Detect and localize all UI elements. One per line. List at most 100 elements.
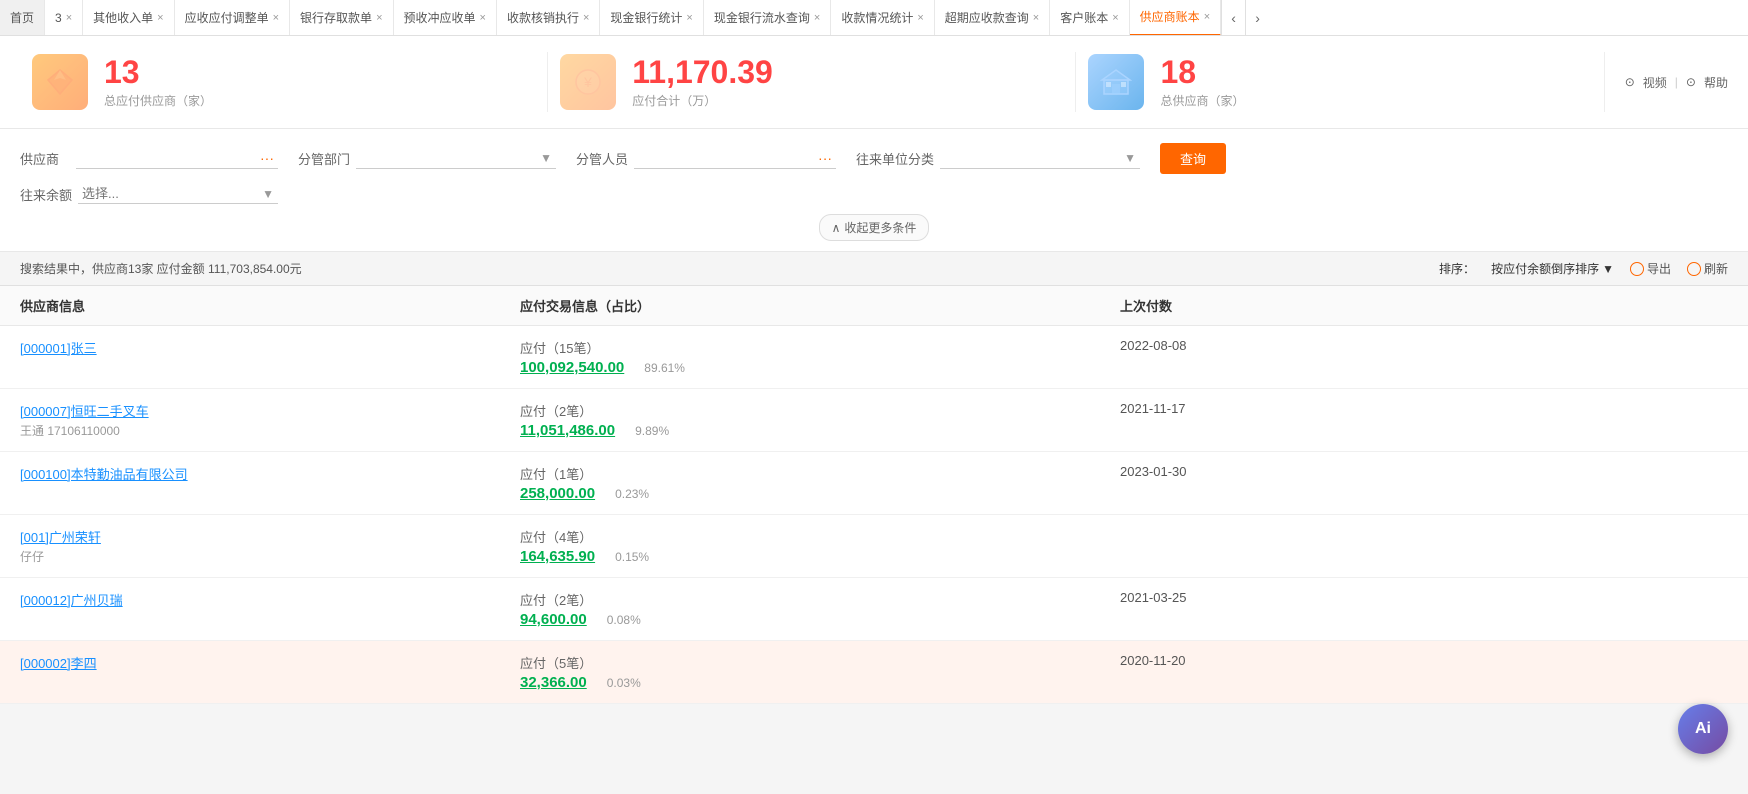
diamond-icon — [30, 52, 90, 112]
col-header-supplier: 供应商信息 — [20, 296, 520, 315]
nav-tab-payment-verify-close[interactable]: × — [583, 12, 589, 24]
tx-amount[interactable]: 258,000.00 — [520, 485, 595, 502]
nav-tab-customer-ledger-close[interactable]: × — [1112, 12, 1118, 24]
collapse-button[interactable]: ∧ 收起更多条件 — [819, 214, 930, 241]
tx-label: 应付（5笔） — [520, 653, 1120, 672]
help-icon: ⊙ — [1686, 75, 1696, 89]
balance-chevron[interactable]: ▼ — [262, 187, 274, 201]
category-label: 往来单位分类 — [856, 149, 934, 168]
supplier-input[interactable] — [80, 151, 256, 166]
nav-tab-prepay[interactable]: 预收冲应收单 × — [394, 0, 497, 36]
nav-tab-overdue-label: 超期应收款查询 — [945, 9, 1029, 26]
person-input-wrap[interactable]: ··· — [634, 148, 836, 169]
nav-tab-home[interactable]: 首页 — [0, 0, 45, 36]
nav-tab-ar-ap-adjust-close[interactable]: × — [273, 12, 279, 24]
supplier-link[interactable]: [000001]张三 — [20, 338, 520, 357]
person-dots[interactable]: ··· — [818, 150, 832, 166]
card2-number: 11,170.39 — [632, 56, 773, 88]
sort-chevron-icon: ▼ — [1602, 262, 1614, 276]
nav-tab-collect-stat[interactable]: 收款情况统计 × — [831, 0, 934, 36]
sort-select[interactable]: 按应付余额倒序排序 ▼ — [1491, 260, 1614, 277]
card3-number: 18 — [1160, 56, 1244, 88]
nav-tab-bank-deposit[interactable]: 银行存取款单 × — [290, 0, 393, 36]
dept-chevron[interactable]: ▼ — [540, 151, 552, 165]
balance-filter: 往来余额 ▼ — [20, 184, 278, 204]
nav-tab-3-close[interactable]: × — [66, 12, 72, 24]
tx-amount[interactable]: 100,092,540.00 — [520, 359, 624, 376]
nav-tab-cash-flow[interactable]: 现金银行流水查询 × — [704, 0, 831, 36]
export-button[interactable]: 导出 — [1630, 260, 1671, 277]
refresh-button[interactable]: 刷新 — [1687, 260, 1728, 277]
nav-tab-bank-deposit-close[interactable]: × — [376, 12, 382, 24]
results-summary-text: 搜索结果中，供应商13家 应付金额 111,703,854.00元 — [20, 260, 302, 277]
person-input[interactable] — [638, 151, 814, 166]
ai-fab-button[interactable]: Ai — [1678, 704, 1728, 754]
nav-tab-payment-verify[interactable]: 收款核销执行 × — [497, 0, 600, 36]
nav-tab-prepay-close[interactable]: × — [480, 12, 486, 24]
supplier-input-wrap[interactable]: ··· — [76, 148, 278, 169]
category-input[interactable] — [944, 151, 1120, 166]
nav-tab-cash-bank-stat[interactable]: 现金银行统计 × — [600, 0, 703, 36]
col-header-tx: 应付交易信息（占比） — [520, 296, 1120, 315]
nav-tab-customer-ledger[interactable]: 客户账本 × — [1050, 0, 1129, 36]
supplier-dots[interactable]: ··· — [260, 150, 274, 166]
col-header-last-pay: 上次付数 — [1120, 296, 1728, 315]
snowflake-icon: ¥ — [558, 52, 618, 112]
balance-select-wrap[interactable]: ▼ — [78, 184, 278, 204]
tx-label: 应付（15笔） — [520, 338, 1120, 357]
help-link[interactable]: 帮助 — [1704, 74, 1728, 91]
table-row: [001]广州荣轩 仔仔 应付（4笔） 164,635.90 0.15% — [0, 515, 1748, 578]
tx-percent: 0.03% — [607, 676, 641, 690]
nav-tab-supplier-ledger-label: 供应商账本 — [1140, 8, 1200, 25]
supplier-info-cell: [000100]本特勤油品有限公司 — [20, 464, 520, 483]
tx-amount[interactable]: 32,366.00 — [520, 674, 587, 691]
nav-tab-collect-stat-close[interactable]: × — [917, 12, 923, 24]
dept-input[interactable] — [360, 151, 536, 166]
balance-input[interactable] — [82, 186, 258, 201]
nav-tab-cash-bank-stat-close[interactable]: × — [686, 12, 692, 24]
supplier-link[interactable]: [000002]李四 — [20, 653, 520, 672]
table-row: [000002]李四 应付（5笔） 32,366.00 0.03% 2020-1… — [0, 641, 1748, 704]
dept-select-wrap[interactable]: ▼ — [356, 149, 556, 169]
nav-tab-supplier-ledger-close[interactable]: × — [1204, 11, 1210, 23]
category-select-wrap[interactable]: ▼ — [940, 149, 1140, 169]
nav-tab-overdue-close[interactable]: × — [1033, 12, 1039, 24]
nav-next-arrow[interactable]: › — [1245, 0, 1269, 36]
category-filter: 往来单位分类 ▼ — [856, 149, 1140, 169]
nav-tab-cash-bank-stat-label: 现金银行统计 — [610, 9, 682, 26]
supplier-link[interactable]: [000012]广州贝瑞 — [20, 590, 520, 609]
nav-tab-customer-ledger-label: 客户账本 — [1060, 9, 1108, 26]
supplier-link[interactable]: [000100]本特勤油品有限公司 — [20, 464, 520, 483]
last-pay-cell: 2022-08-08 — [1120, 338, 1728, 353]
nav-tab-cash-flow-close[interactable]: × — [814, 12, 820, 24]
tx-amount[interactable]: 11,051,486.00 — [520, 422, 615, 439]
supplier-link[interactable]: [000007]恒旺二手叉车 — [20, 401, 520, 420]
top-right-links: ⊙ 视频 | ⊙ 帮助 — [1605, 74, 1728, 91]
nav-prev-arrow[interactable]: ‹ — [1221, 0, 1245, 36]
table-header: 供应商信息 应付交易信息（占比） 上次付数 — [0, 286, 1748, 326]
tx-percent: 9.89% — [635, 424, 669, 438]
nav-tab-supplier-ledger[interactable]: 供应商账本 × — [1130, 0, 1221, 36]
nav-tab-ar-ap-adjust[interactable]: 应收应付调整单 × — [175, 0, 290, 36]
tx-amount[interactable]: 94,600.00 — [520, 611, 587, 628]
nav-tab-other-income-close[interactable]: × — [157, 12, 163, 24]
collapse-label: 收起更多条件 — [844, 219, 916, 236]
tx-label: 应付（4笔） — [520, 527, 1120, 546]
tx-amount[interactable]: 164,635.90 — [520, 548, 595, 565]
nav-tab-overdue[interactable]: 超期应收款查询 × — [935, 0, 1050, 36]
nav-tab-prepay-label: 预收冲应收单 — [404, 9, 476, 26]
tx-info-cell: 应付（1笔） 258,000.00 0.23% — [520, 464, 1120, 502]
nav-tab-cash-flow-label: 现金银行流水查询 — [714, 9, 810, 26]
supplier-label: 供应商 — [20, 149, 70, 168]
card3-text: 18 总供应商（家） — [1160, 56, 1244, 109]
query-button[interactable]: 查询 — [1160, 143, 1226, 174]
tx-info-cell: 应付（2笔） 11,051,486.00 9.89% — [520, 401, 1120, 439]
video-link[interactable]: 视频 — [1643, 74, 1667, 91]
results-bar: 搜索结果中，供应商13家 应付金额 111,703,854.00元 排序： 按应… — [0, 252, 1748, 286]
table-row: [000001]张三 应付（15笔） 100,092,540.00 89.61%… — [0, 326, 1748, 389]
nav-tab-3[interactable]: 3 × — [45, 0, 83, 36]
category-chevron[interactable]: ▼ — [1124, 151, 1136, 165]
supplier-link[interactable]: [001]广州荣轩 — [20, 527, 520, 546]
nav-tab-other-income[interactable]: 其他收入单 × — [83, 0, 174, 36]
top-navigation: 首页 3 × 其他收入单 × 应收应付调整单 × 银行存取款单 × 预收冲应收单… — [0, 0, 1748, 36]
